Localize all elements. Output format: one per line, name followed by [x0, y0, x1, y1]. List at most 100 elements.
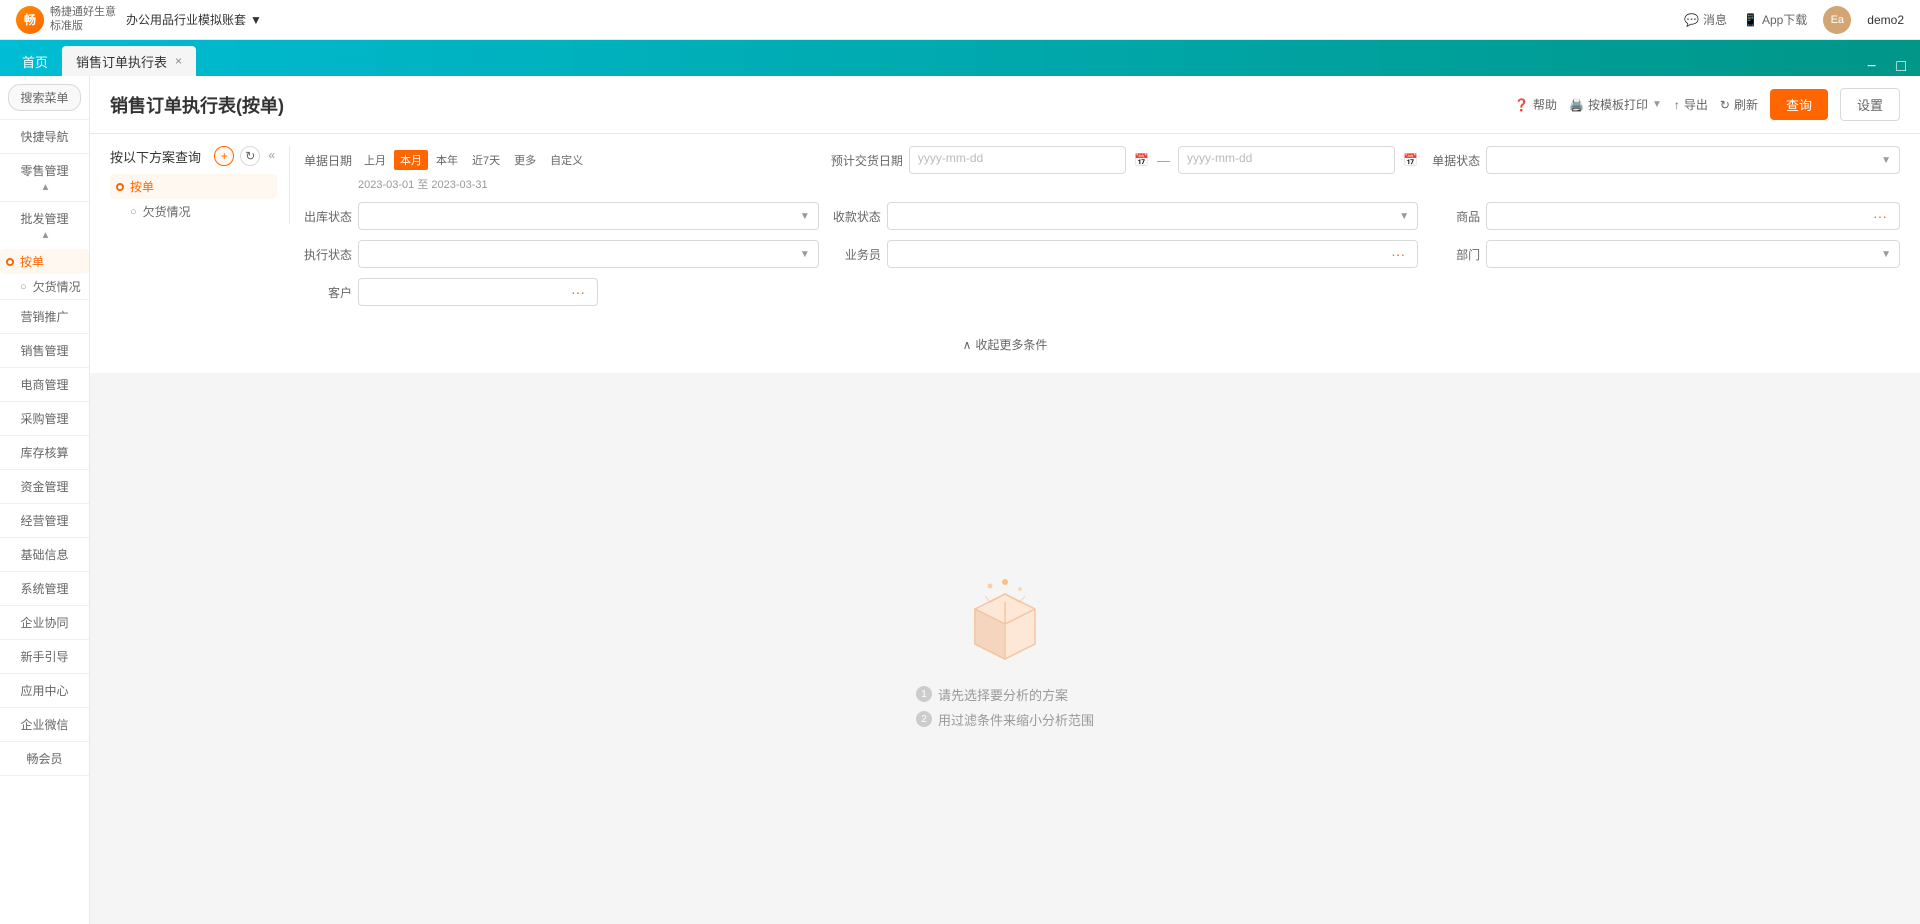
sidebar-item-retail-mgmt[interactable]: 零售管理 ▲	[0, 154, 89, 201]
export-button[interactable]: ↑ 导出	[1674, 96, 1708, 113]
user-name[interactable]: demo2	[1867, 13, 1904, 27]
sidebar-section-retail: 零售管理 ▲	[0, 154, 89, 202]
sidebar-search-area: 搜索菜单	[0, 76, 89, 120]
expected-date-end[interactable]: yyyy-mm-dd	[1178, 146, 1395, 174]
logo-icon: 畅	[16, 6, 44, 34]
sidebar-item-marketing[interactable]: 营销推广	[0, 300, 89, 333]
payment-status-select[interactable]: ▼	[887, 202, 1418, 230]
top-header: 畅 畅捷通好生意 标准版 办公用品行业模拟账套 ▼ 💬 消息 📱 App下载 E…	[0, 0, 1920, 40]
tip-num-2: 2	[916, 711, 932, 727]
tab-home[interactable]: 首页	[8, 46, 62, 76]
calendar-start-icon[interactable]: 📅	[1134, 153, 1149, 167]
empty-tip-2: 2 用过滤条件来缩小分析范围	[916, 710, 1094, 729]
sidebar-item-system[interactable]: 系统管理	[0, 572, 89, 605]
avatar: Ea	[1823, 6, 1851, 34]
collapse-bar[interactable]: ∧ 收起更多条件	[110, 328, 1900, 361]
expected-date-start[interactable]: yyyy-mm-dd	[909, 146, 1126, 174]
logo-area: 畅 畅捷通好生意 标准版	[16, 6, 116, 34]
customer-more-icon[interactable]: ···	[567, 284, 589, 300]
salesperson-label: 业务员	[831, 246, 881, 263]
path-dropdown-icon[interactable]: ▼	[250, 13, 262, 27]
calendar-end-icon[interactable]: 📅	[1403, 153, 1418, 167]
field-expected-date: 预计交货日期 yyyy-mm-dd 📅 — yyyy-mm-dd 📅	[831, 146, 1418, 174]
filter-row-4: 客户 ···	[302, 278, 1900, 306]
sidebar-item-member[interactable]: 畅会员	[0, 742, 89, 775]
tab-close-icon[interactable]: ×	[175, 54, 182, 68]
goods-input[interactable]: ···	[1486, 202, 1900, 230]
sub-scheme-欠货情况[interactable]: ○ 欠货情况	[110, 199, 277, 224]
sidebar-item-operation[interactable]: 经营管理	[0, 504, 89, 537]
sidebar-section-basic: 基础信息	[0, 538, 89, 572]
window-minimize-button[interactable]: −	[1861, 58, 1882, 76]
department-select[interactable]: ▼	[1486, 240, 1900, 268]
empty-tips: 1 请先选择要分析的方案 2 用过滤条件来缩小分析范围	[916, 685, 1094, 729]
query-button[interactable]: 查询	[1770, 89, 1828, 120]
app-download-button[interactable]: 📱 App下载	[1743, 11, 1807, 28]
customer-input[interactable]: ···	[358, 278, 598, 306]
sidebar-section-system: 系统管理	[0, 572, 89, 606]
date-tab-last7days[interactable]: 近7天	[466, 150, 506, 170]
field-doc-status: 单据状态 ▼	[1430, 146, 1900, 174]
search-menu-input[interactable]: 搜索菜单	[8, 84, 81, 111]
print-dropdown-icon: ▼	[1652, 99, 1662, 110]
settings-button[interactable]: 设置	[1840, 88, 1900, 121]
retail-arrow-icon: ▲	[41, 182, 51, 193]
sidebar-section-inventory: 库存核算	[0, 436, 89, 470]
sidebar-item-enterprise-wechat[interactable]: 企业微信	[0, 708, 89, 741]
sidebar: 搜索菜单 快捷导航 零售管理 ▲ 批发管理 ▲ 按单 ○ 欠货	[0, 76, 90, 924]
date-tab-custom[interactable]: 自定义	[544, 150, 589, 170]
doc-status-select[interactable]: ▼	[1486, 146, 1900, 174]
date-tab-more[interactable]: 更多	[508, 150, 542, 170]
salesperson-more-icon[interactable]: ···	[1387, 246, 1409, 262]
date-tab-thisyear[interactable]: 本年	[430, 150, 464, 170]
print-button[interactable]: 🖨️ 按模板打印 ▼	[1569, 96, 1662, 113]
refresh-button[interactable]: ↻ 刷新	[1720, 96, 1758, 113]
scheme-按单[interactable]: 按单	[110, 174, 277, 199]
sidebar-item-basic[interactable]: 基础信息	[0, 538, 89, 571]
left-filter-panel: 按以下方案查询 + ↻ « 按单 ○ 欠货情况	[110, 146, 290, 224]
payment-arrow-icon: ▼	[1399, 211, 1409, 222]
page-title-row: 销售订单执行表(按单) ❓ 帮助 🖨️ 按模板打印 ▼ ↑ 导出	[110, 88, 1900, 121]
panel-title: 按以下方案查询	[110, 147, 201, 166]
salesperson-input[interactable]: ···	[887, 240, 1418, 268]
goods-more-icon[interactable]: ···	[1869, 208, 1891, 224]
filter-row-3: 执行状态 ▼ 业务员 ···	[302, 240, 1900, 268]
field-doc-date: 单据日期 上月 本月 本年 近7天 更多 自定义	[302, 150, 819, 170]
date-tab-lastmonth[interactable]: 上月	[358, 150, 392, 170]
sidebar-item-finance[interactable]: 资金管理	[0, 470, 89, 503]
help-icon: ❓	[1514, 98, 1529, 112]
sidebar-item-sales-mgmt[interactable]: 销售管理	[0, 334, 89, 367]
help-button[interactable]: ❓ 帮助	[1514, 96, 1557, 113]
sidebar-scheme-item[interactable]: 按单	[0, 249, 89, 274]
tab-sales-label: 销售订单执行表	[76, 52, 167, 71]
sidebar-debt-item[interactable]: ○ 欠货情况	[0, 274, 89, 299]
sidebar-item-enterprise-collab[interactable]: 企业协同	[0, 606, 89, 639]
add-scheme-button[interactable]: +	[214, 146, 234, 166]
sidebar-section-guide: 新手引导	[0, 640, 89, 674]
department-label: 部门	[1430, 246, 1480, 263]
sidebar-item-wholesale-mgmt[interactable]: 批发管理 ▲	[0, 202, 89, 249]
date-tab-thismonth[interactable]: 本月	[394, 150, 428, 170]
window-maximize-button[interactable]: □	[1890, 58, 1912, 76]
sidebar-item-app-center[interactable]: 应用中心	[0, 674, 89, 707]
tab-sales-order-exec[interactable]: 销售订单执行表 ×	[62, 46, 196, 76]
field-exec-status: 执行状态 ▼	[302, 240, 819, 268]
message-button[interactable]: 💬 消息	[1684, 11, 1727, 28]
expected-date-label: 预计交货日期	[831, 152, 903, 169]
app-path[interactable]: 办公用品行业模拟账套 ▼	[126, 11, 262, 28]
collapse-panel-button[interactable]: «	[266, 146, 277, 166]
empty-state: 1 请先选择要分析的方案 2 用过滤条件来缩小分析范围	[916, 569, 1094, 729]
download-icon: 📱	[1743, 13, 1758, 27]
scheme-active-dot	[116, 183, 124, 191]
sidebar-item-quicknav[interactable]: 快捷导航	[0, 120, 89, 153]
doc-date-label: 单据日期	[302, 152, 352, 169]
refresh-scheme-button[interactable]: ↻	[240, 146, 260, 166]
outbound-status-select[interactable]: ▼	[358, 202, 819, 230]
sidebar-item-inventory[interactable]: 库存核算	[0, 436, 89, 469]
sidebar-item-purchase[interactable]: 采购管理	[0, 402, 89, 435]
exec-status-select[interactable]: ▼	[358, 240, 819, 268]
date-range-display: 2023-03-01 至 2023-03-31	[358, 179, 488, 191]
main-layout: 搜索菜单 快捷导航 零售管理 ▲ 批发管理 ▲ 按单 ○ 欠货	[0, 76, 1920, 924]
sidebar-item-ecommerce[interactable]: 电商管理	[0, 368, 89, 401]
sidebar-item-new-guide[interactable]: 新手引导	[0, 640, 89, 673]
